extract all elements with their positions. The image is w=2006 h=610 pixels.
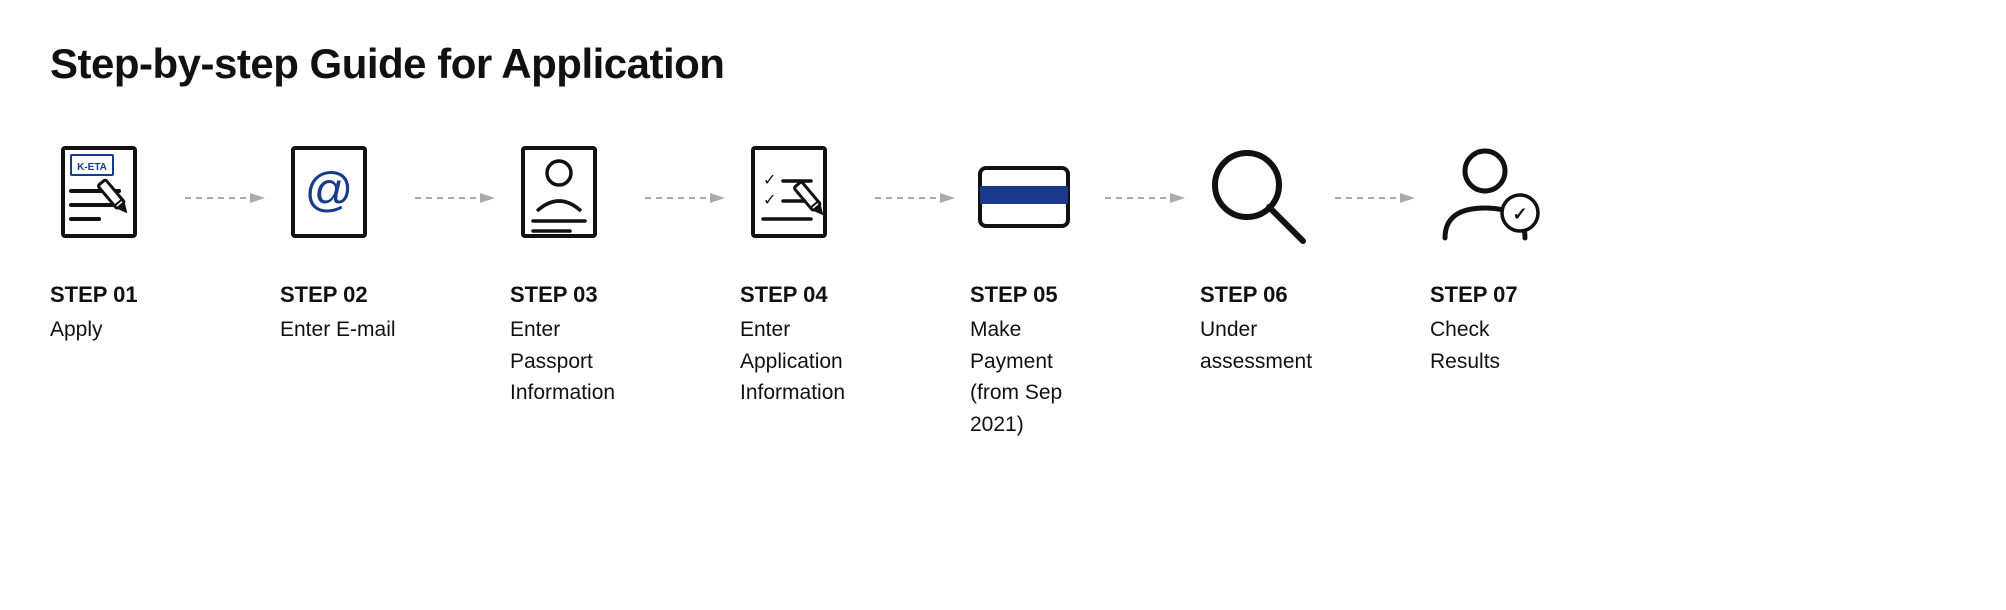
step-04-icon: ✓ ✓ [740,138,860,258]
step-06: STEP 06 Underassessment [1200,138,1430,377]
svg-text:✓: ✓ [1512,204,1527,224]
arrow-04 [860,188,970,208]
step-06-desc: Underassessment [1200,314,1312,377]
svg-text:✓: ✓ [763,172,776,189]
step-06-label: STEP 06 [1200,282,1288,308]
step-05-desc: MakePayment(from Sep2021) [970,314,1062,440]
step-01: K-ETA [50,138,280,346]
svg-text:✓: ✓ [763,192,776,209]
arrow-01 [170,188,280,208]
step-03-label: STEP 03 [510,282,598,308]
arrow-02 [400,188,510,208]
step-04-label: STEP 04 [740,282,828,308]
arrow-03 [630,188,740,208]
arrow-05 [1090,188,1200,208]
step-07: ✓ STEP 07 CheckResults [1430,138,1660,377]
step-07-desc: CheckResults [1430,314,1500,377]
svg-text:@: @ [305,164,354,217]
step-01-label: STEP 01 [50,282,138,308]
step-02-desc: Enter E-mail [280,314,396,346]
step-02-icon: @ [280,138,400,258]
step-01-icon: K-ETA [50,138,170,258]
step-02-label: STEP 02 [280,282,368,308]
step-07-icon: ✓ [1430,138,1550,258]
step-01-desc: Apply [50,314,103,346]
step-05-label: STEP 05 [970,282,1058,308]
svg-text:K-ETA: K-ETA [77,162,107,173]
step-04-desc: EnterApplicationInformation [740,314,845,409]
arrow-06 [1320,188,1430,208]
page-title: Step-by-step Guide for Application [50,40,1956,88]
step-03-desc: EnterPassportInformation [510,314,615,409]
step-05: STEP 05 MakePayment(from Sep2021) [970,138,1200,440]
step-07-label: STEP 07 [1430,282,1518,308]
step-03-icon [510,138,630,258]
step-03: STEP 03 EnterPassportInformation [510,138,740,409]
step-02: @ STEP 02 Enter E-mail [280,138,510,346]
step-05-icon [970,138,1090,258]
step-06-icon [1200,138,1320,258]
step-04: ✓ ✓ ST [740,138,970,409]
steps-container: K-ETA [50,138,1956,440]
